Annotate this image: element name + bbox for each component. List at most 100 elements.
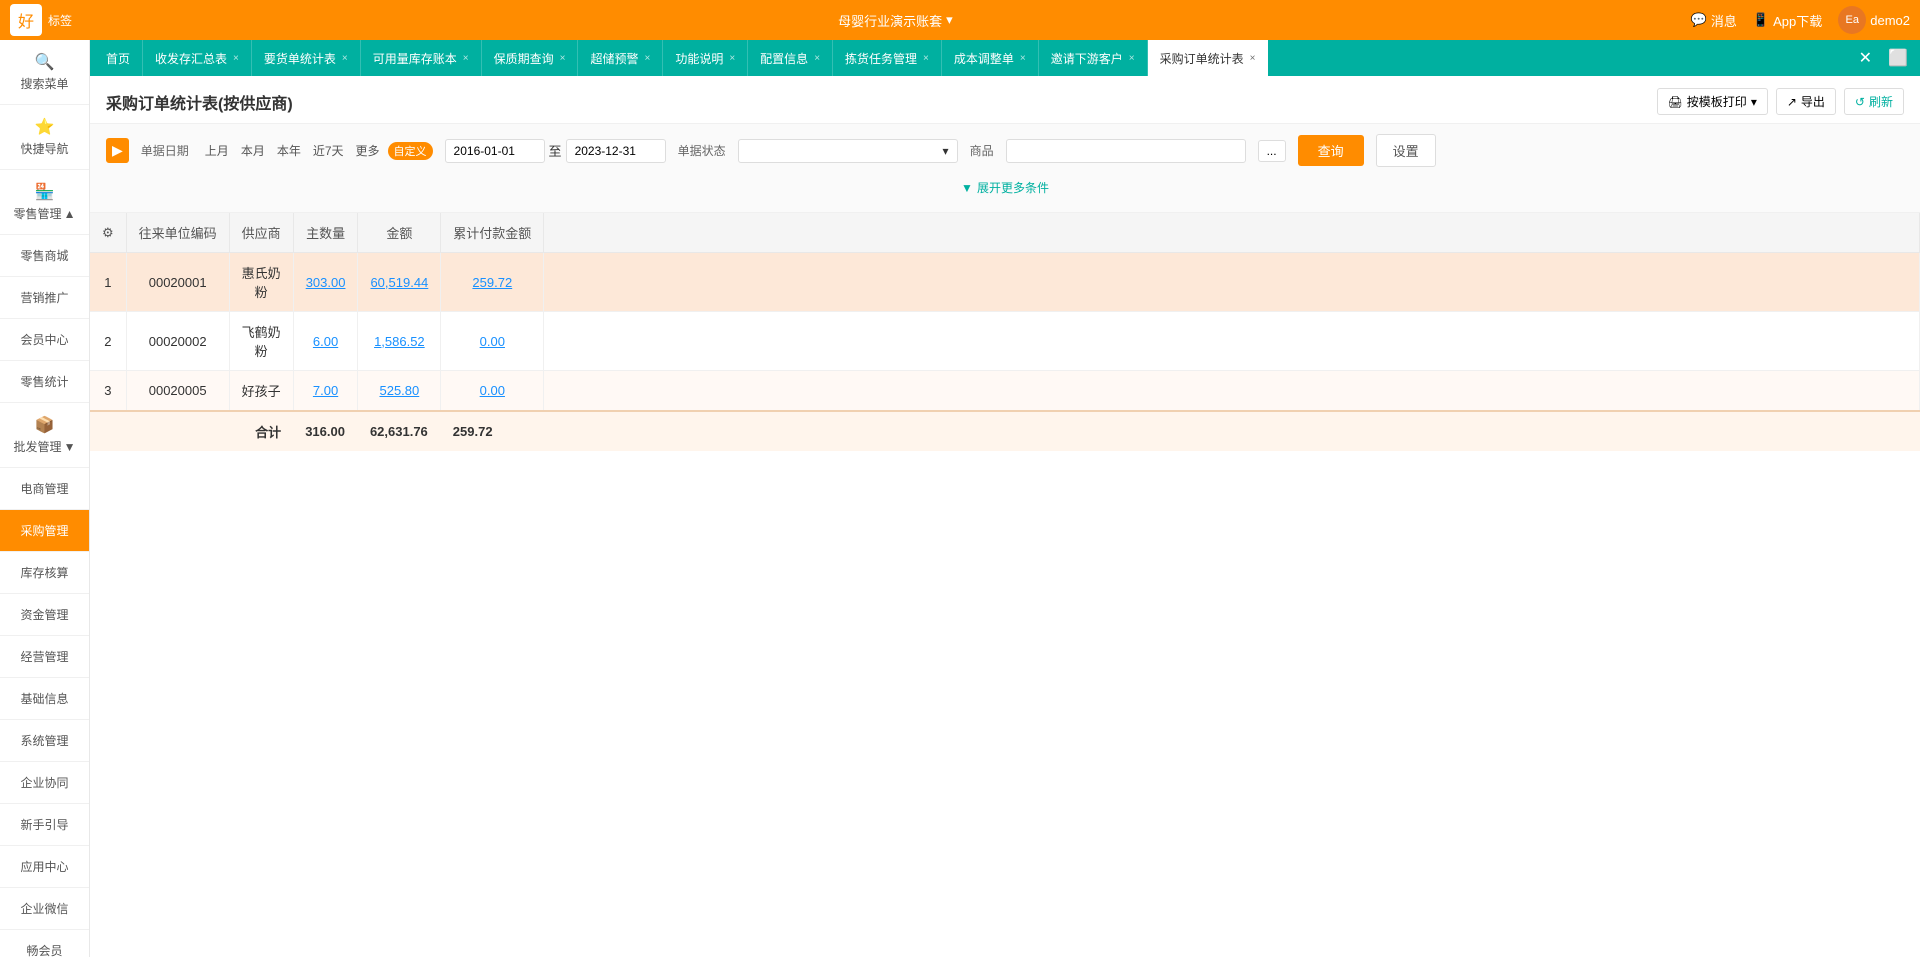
tab-function-desc-close[interactable]: × <box>729 53 735 64</box>
date-from-input[interactable] <box>445 139 545 163</box>
sidebar-item-search[interactable]: 🔍 搜索菜单 <box>0 40 89 105</box>
table-row[interactable]: 3 00020005 好孩子 7.00 525.80 0.00 <box>90 371 1920 412</box>
footer-main-qty: 316.00 <box>293 411 358 451</box>
filter-expand-btn[interactable]: ▶ <box>106 138 129 163</box>
sidebar-item-stock[interactable]: 库存核算 <box>0 552 89 594</box>
sidebar-item-ecommerce[interactable]: 电商管理 <box>0 468 89 510</box>
status-label: 单据状态 <box>678 142 726 159</box>
sidebar-label-purchase: 采购管理 <box>20 522 68 539</box>
date-range-container: 至 <box>445 139 666 163</box>
sidebar-item-wholesale[interactable]: 📦 批发管理 ▼ <box>0 403 89 468</box>
tab-pick-task[interactable]: 拣货任务管理 × <box>833 40 942 76</box>
sidebar-item-purchase[interactable]: 采购管理 <box>0 510 89 552</box>
tab-config-info[interactable]: 配置信息 × <box>748 40 833 76</box>
export-btn[interactable]: ↗ 导出 <box>1776 88 1836 115</box>
tab-close-btn[interactable]: ✕ <box>1855 48 1876 68</box>
sidebar-item-app-center[interactable]: 应用中心 <box>0 846 89 888</box>
tab-maximize-btn[interactable]: ⬜ <box>1884 48 1912 68</box>
refresh-label: 刷新 <box>1869 93 1893 110</box>
th-supplier: 供应商 <box>229 213 293 253</box>
tab-cost-adjust-close[interactable]: × <box>1020 53 1026 64</box>
custom-badge[interactable]: 自定义 <box>388 142 433 160</box>
tab-available-stock-close[interactable]: × <box>463 53 469 64</box>
printer-icon: 🖨 <box>1668 95 1683 109</box>
user-profile-btn[interactable]: Ea demo2 <box>1838 6 1910 34</box>
sidebar-item-retail[interactable]: 🏪 零售管理 ▲ <box>0 170 89 235</box>
retail-label-row: 零售管理 ▲ <box>14 205 76 222</box>
goods-more-btn[interactable]: ... <box>1258 140 1286 162</box>
tab-expiry-query[interactable]: 保质期查询 × <box>482 40 579 76</box>
th-settings[interactable]: ⚙ <box>90 213 126 253</box>
template-print-btn[interactable]: 🖨 按模板打印 ▾ <box>1657 88 1768 115</box>
refresh-btn[interactable]: ↺ 刷新 <box>1844 88 1904 115</box>
tab-purchase-stats-close[interactable]: × <box>1250 53 1256 64</box>
tab-config-info-close[interactable]: × <box>814 53 820 64</box>
tab-available-stock[interactable]: 可用量库存账本 × <box>361 40 482 76</box>
row-1-paid-amount: 259.72 <box>441 253 544 312</box>
sidebar-item-retail-shop[interactable]: 零售商城 <box>0 235 89 277</box>
sidebar-item-enterprise[interactable]: 企业协同 <box>0 762 89 804</box>
tab-order-stats-close[interactable]: × <box>342 53 348 64</box>
tab-overstock[interactable]: 超储预警 × <box>578 40 663 76</box>
shortcut-more[interactable]: 更多 <box>352 140 384 161</box>
tab-pick-task-close[interactable]: × <box>923 53 929 64</box>
sidebar-item-member[interactable]: 会员中心 <box>0 319 89 361</box>
shortcut-last-month[interactable]: 上月 <box>201 140 233 161</box>
tab-expiry-query-close[interactable]: × <box>560 53 566 64</box>
search-btn[interactable]: 查询 <box>1298 135 1364 166</box>
filter-row-1: ▶ 单据日期 上月 本月 本年 近7天 更多 自定义 至 <box>106 134 1904 167</box>
page-header: 采购订单统计表(按供应商) 🖨 按模板打印 ▾ ↗ 导出 ↺ 刷新 <box>90 76 1920 124</box>
row-3-index: 3 <box>90 371 126 412</box>
sidebar-item-shortcuts[interactable]: ⭐ 快捷导航 <box>0 105 89 170</box>
sidebar-item-marketing[interactable]: 营销推广 <box>0 277 89 319</box>
sidebar-label-operations: 经营管理 <box>20 648 68 665</box>
tab-invite-downstream[interactable]: 邀请下游客户 × <box>1039 40 1148 76</box>
tab-order-stats[interactable]: 要货单统计表 × <box>252 40 361 76</box>
sidebar-item-retail-stats[interactable]: 零售统计 <box>0 361 89 403</box>
sidebar-label-search: 搜索菜单 <box>20 75 68 92</box>
sidebar-label-retail-shop: 零售商城 <box>20 247 68 264</box>
sidebar-item-member2[interactable]: 畅会员 <box>0 930 89 957</box>
sidebar-item-system[interactable]: 系统管理 <box>0 720 89 762</box>
expand-more-btn[interactable]: ▼ 展开更多条件 <box>955 173 1055 202</box>
sidebar-item-operations[interactable]: 经营管理 <box>0 636 89 678</box>
sidebar-label-member2: 畅会员 <box>26 942 62 957</box>
expand-more-label: 展开更多条件 <box>977 179 1049 196</box>
tab-overstock-close[interactable]: × <box>644 53 650 64</box>
date-separator: 至 <box>549 141 562 160</box>
tab-collect-pay[interactable]: 收发存汇总表 × <box>143 40 252 76</box>
sidebar-item-wechat[interactable]: 企业微信 <box>0 888 89 930</box>
table-row[interactable]: 1 00020001 惠氏奶粉 303.00 60,519.44 259.72 <box>90 253 1920 312</box>
row-2-amount: 1,586.52 <box>358 312 441 371</box>
sidebar-item-basics[interactable]: 基础信息 <box>0 678 89 720</box>
export-icon: ↗ <box>1787 95 1797 109</box>
table-row[interactable]: 2 00020002 飞鹤奶粉 6.00 1,586.52 0.00 <box>90 312 1920 371</box>
tab-collect-pay-close[interactable]: × <box>233 53 239 64</box>
tab-purchase-stats[interactable]: 采购订单统计表 × <box>1148 40 1269 76</box>
row-3-main-qty: 7.00 <box>293 371 358 412</box>
sidebar-label-wholesale: 批发管理 <box>14 438 62 455</box>
sidebar-item-finance[interactable]: 资金管理 <box>0 594 89 636</box>
tab-invite-downstream-close[interactable]: × <box>1129 53 1135 64</box>
goods-input[interactable] <box>1006 139 1246 163</box>
app-download-btn[interactable]: 📱 App下载 <box>1753 11 1822 30</box>
status-select[interactable]: ▾ <box>738 139 958 163</box>
th-extra <box>544 213 1920 253</box>
message-btn[interactable]: 💬 消息 <box>1691 11 1737 30</box>
sidebar-item-newbie[interactable]: 新手引导 <box>0 804 89 846</box>
settings-btn[interactable]: 设置 <box>1376 134 1436 167</box>
th-main-qty: 主数量 <box>293 213 358 253</box>
app-download-icon: 📱 <box>1753 12 1769 28</box>
retail-expand-icon: ▲ <box>64 207 76 221</box>
shortcut-this-year[interactable]: 本年 <box>273 140 305 161</box>
shortcut-this-month[interactable]: 本月 <box>237 140 269 161</box>
data-table: ⚙ 往来单位编码 供应商 主数量 金额 累计付款金额 1 00020001 <box>90 213 1920 451</box>
wholesale-expand-icon: ▼ <box>64 440 76 454</box>
workspace-selector[interactable]: 母婴行业演示账套 ▾ <box>100 11 1691 30</box>
tab-home[interactable]: 首页 <box>94 40 143 76</box>
tab-function-desc[interactable]: 功能说明 × <box>663 40 748 76</box>
date-to-input[interactable] <box>566 139 666 163</box>
row-1-main-qty: 303.00 <box>293 253 358 312</box>
shortcut-7-days[interactable]: 近7天 <box>309 140 348 161</box>
tab-cost-adjust[interactable]: 成本调整单 × <box>942 40 1039 76</box>
